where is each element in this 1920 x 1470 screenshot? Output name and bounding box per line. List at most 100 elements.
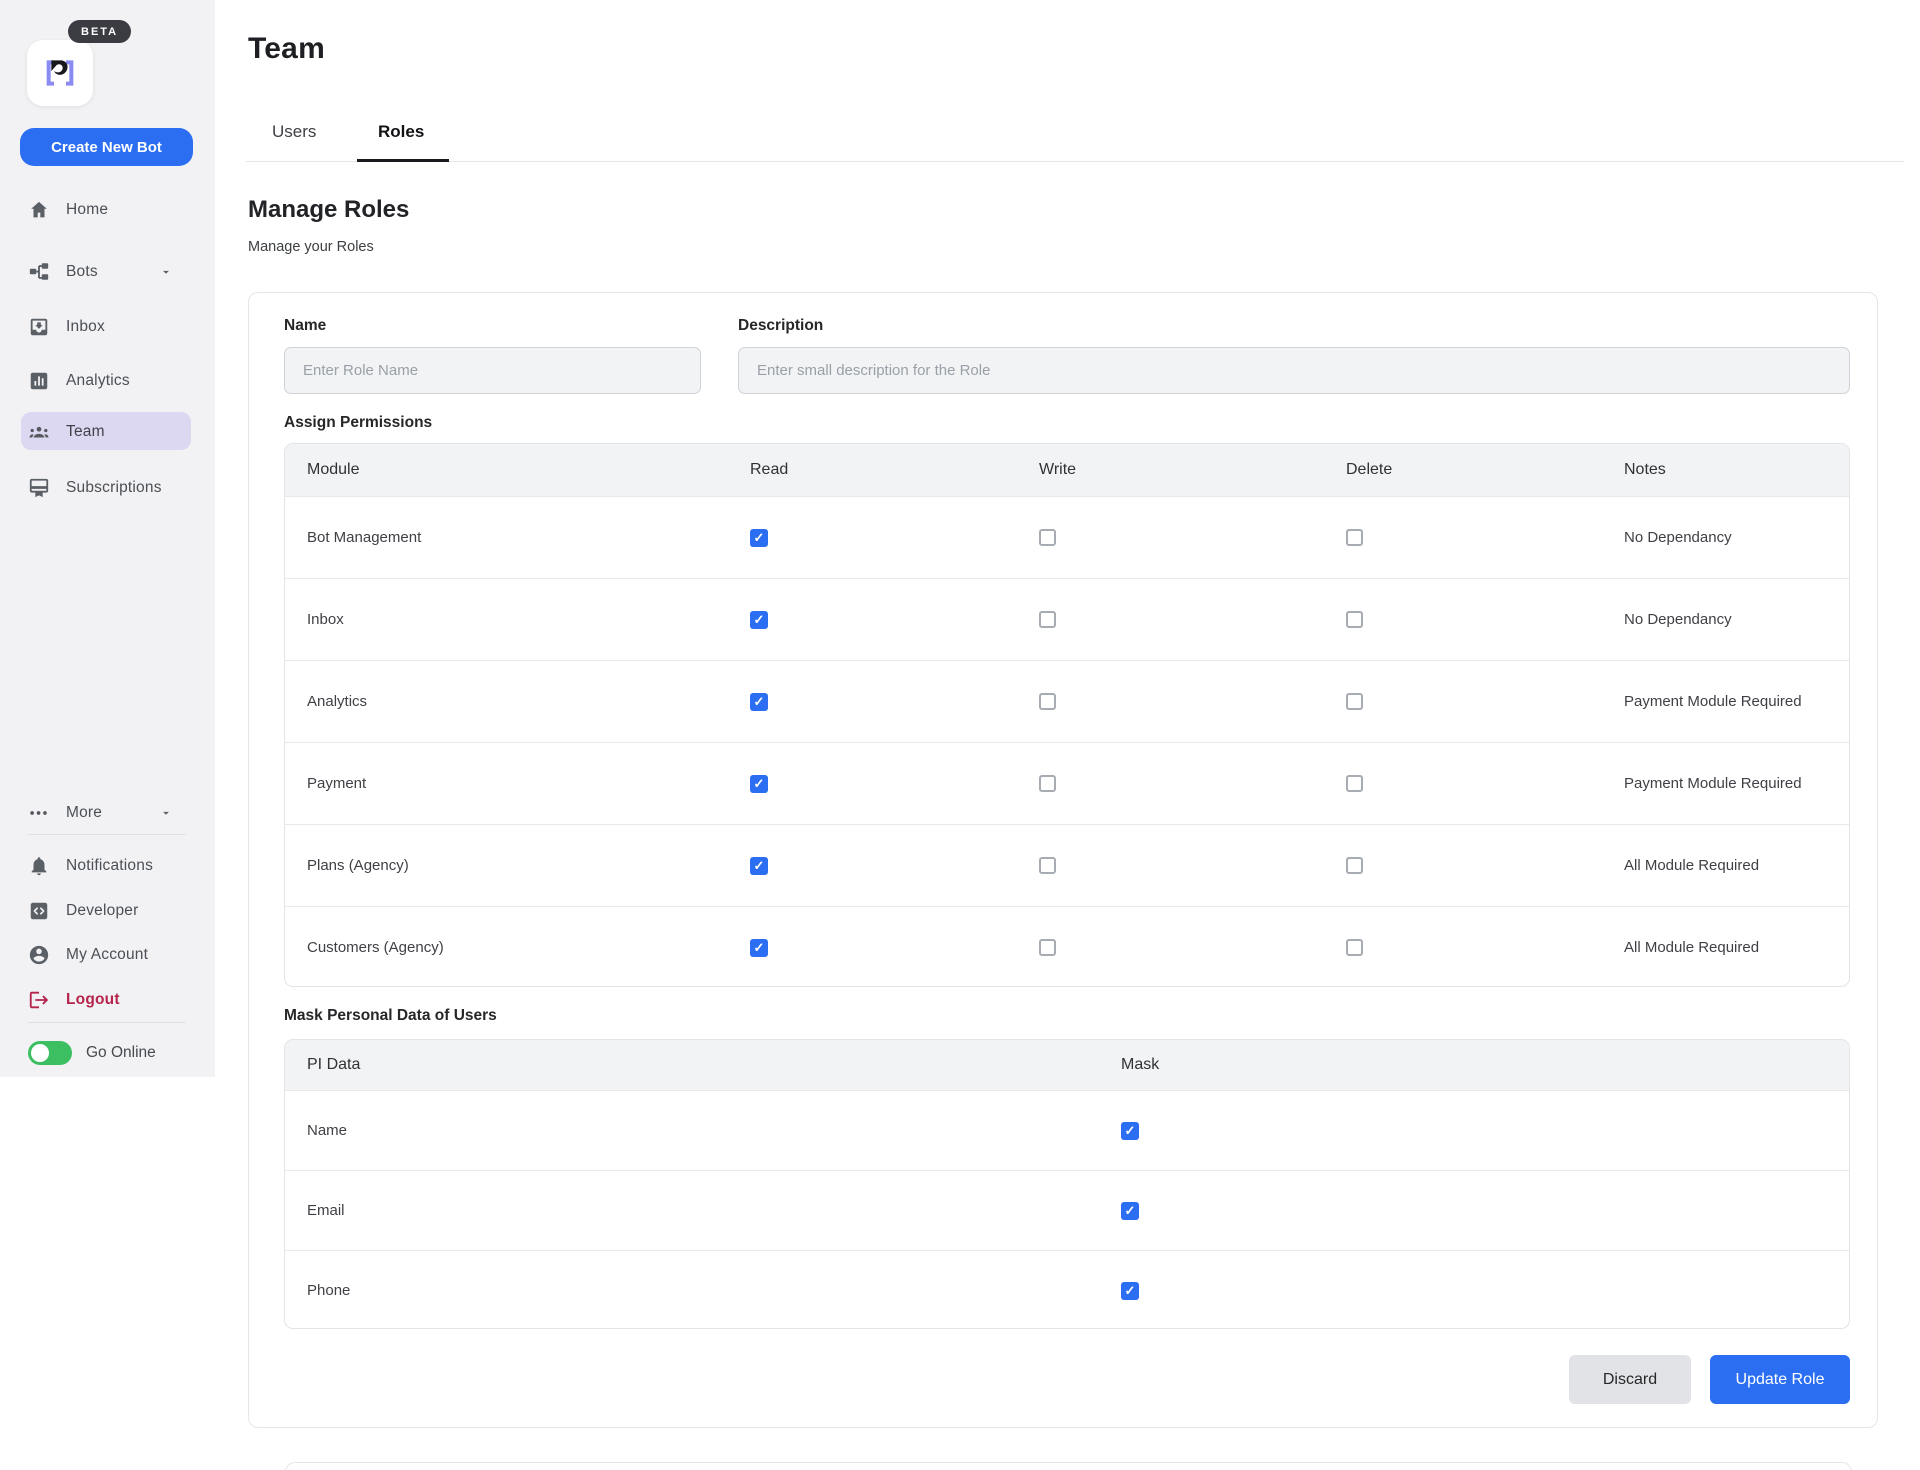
delete-checkbox[interactable] — [1346, 775, 1363, 792]
role-description-input[interactable] — [738, 347, 1850, 394]
column-header: Delete — [1346, 461, 1393, 478]
notes-text: Payment Module Required — [1624, 693, 1802, 710]
sidebar-item-more[interactable]: More — [10, 791, 205, 835]
create-new-bot-button[interactable]: Create New Bot — [20, 128, 193, 166]
column-header: Read — [750, 461, 789, 478]
write-checkbox[interactable] — [1039, 939, 1056, 956]
mask-checkbox[interactable] — [1121, 1281, 1139, 1300]
write-checkbox[interactable] — [1039, 775, 1056, 792]
sidebar-item-label: Subscriptions — [66, 479, 162, 496]
delete-checkbox[interactable] — [1346, 857, 1363, 874]
pi-field-name: Phone — [307, 1282, 351, 1299]
manage-roles-card: Name Description Assign Permissions Modu… — [248, 292, 1878, 1428]
permissions-header-row: Module Read Write Delete Notes — [285, 444, 1849, 496]
notes-text: Payment Module Required — [1624, 775, 1802, 792]
go-online-row: Go Online — [10, 1031, 205, 1075]
chevron-down-icon — [159, 265, 173, 279]
mask-checkbox[interactable] — [1121, 1201, 1139, 1220]
account-icon — [28, 944, 50, 966]
write-checkbox[interactable] — [1039, 611, 1056, 628]
read-checkbox[interactable] — [750, 692, 768, 711]
permissions-table: Module Read Write Delete Notes Bot Manag… — [284, 443, 1850, 987]
sidebar-item-label: Bots — [66, 263, 98, 280]
notes-text: All Module Required — [1624, 939, 1760, 956]
delete-checkbox[interactable] — [1346, 693, 1363, 710]
sidebar-item-notifications[interactable]: Notifications — [10, 844, 205, 888]
read-checkbox[interactable] — [750, 610, 768, 629]
sidebar-item-label: Logout — [66, 991, 120, 1008]
tab-roles[interactable]: Roles — [378, 122, 424, 142]
pi-field-name: Name — [307, 1122, 348, 1139]
sidebar: BETA Create New Bot Home Bots Inbox Anal… — [0, 0, 215, 1077]
description-label: Description — [738, 317, 824, 334]
next-section-card-edge — [285, 1462, 1852, 1470]
toggle-knob — [31, 1044, 49, 1062]
tab-users[interactable]: Users — [272, 122, 316, 142]
sidebar-item-label: Home — [66, 201, 109, 218]
section-title: Manage Roles — [248, 196, 410, 223]
write-checkbox[interactable] — [1039, 857, 1056, 874]
subscriptions-icon — [28, 477, 50, 499]
column-header: Notes — [1624, 461, 1666, 478]
module-name: Payment — [307, 775, 367, 792]
table-row: Payment Payment Module Required — [285, 742, 1849, 824]
name-label: Name — [284, 317, 327, 334]
sidebar-item-analytics[interactable]: Analytics — [10, 359, 205, 403]
read-checkbox[interactable] — [750, 528, 768, 547]
table-row: Bot Management No Dependancy — [285, 496, 1849, 578]
update-role-button[interactable]: Update Role — [1710, 1355, 1850, 1404]
table-row: Phone — [285, 1250, 1849, 1328]
bots-icon — [28, 261, 50, 283]
delete-checkbox[interactable] — [1346, 529, 1363, 546]
table-row: Email — [285, 1170, 1849, 1250]
write-checkbox[interactable] — [1039, 529, 1056, 546]
module-name: Analytics — [307, 693, 368, 710]
mask-header-row: PI Data Mask — [285, 1040, 1849, 1090]
app-window: BETA Create New Bot Home Bots Inbox Anal… — [0, 0, 1920, 1470]
mask-data-label: Mask Personal Data of Users — [284, 1007, 497, 1024]
sidebar-item-label: Analytics — [66, 372, 130, 389]
pi-field-name: Email — [307, 1202, 345, 1219]
delete-checkbox[interactable] — [1346, 939, 1363, 956]
read-checkbox[interactable] — [750, 774, 768, 793]
logout-icon — [28, 989, 50, 1011]
go-online-toggle[interactable] — [28, 1041, 72, 1065]
column-header: Module — [307, 461, 360, 478]
go-online-label: Go Online — [86, 1044, 156, 1061]
beta-badge: BETA — [68, 20, 132, 43]
read-checkbox[interactable] — [750, 856, 768, 875]
read-checkbox[interactable] — [750, 938, 768, 957]
sidebar-item-developer[interactable]: Developer — [10, 889, 205, 933]
notes-text: All Module Required — [1624, 857, 1760, 874]
delete-checkbox[interactable] — [1346, 611, 1363, 628]
mask-checkbox[interactable] — [1121, 1121, 1139, 1140]
notes-text: No Dependancy — [1624, 611, 1732, 628]
bell-icon — [28, 855, 50, 877]
write-checkbox[interactable] — [1039, 693, 1056, 710]
sidebar-divider — [28, 1022, 186, 1023]
table-row: Name — [285, 1090, 1849, 1170]
page-title: Team — [248, 32, 325, 65]
sidebar-item-team[interactable]: Team — [10, 410, 205, 454]
sidebar-item-logout[interactable]: Logout — [10, 978, 205, 1022]
module-name: Bot Management — [307, 529, 422, 546]
module-name: Customers (Agency) — [307, 939, 444, 956]
sidebar-item-my-account[interactable]: My Account — [10, 933, 205, 977]
app-logo-icon — [46, 60, 74, 86]
table-row: Customers (Agency) All Module Required — [285, 906, 1849, 986]
column-header: Mask — [1121, 1056, 1160, 1073]
sidebar-item-home[interactable]: Home — [10, 188, 205, 232]
table-row: Analytics Payment Module Required — [285, 660, 1849, 742]
sidebar-item-label: Developer — [66, 902, 139, 919]
sidebar-item-subscriptions[interactable]: Subscriptions — [10, 466, 205, 510]
discard-button[interactable]: Discard — [1569, 1355, 1691, 1404]
home-icon — [28, 199, 50, 221]
role-name-input[interactable] — [284, 347, 701, 394]
table-row: Inbox No Dependancy — [285, 578, 1849, 660]
inbox-icon — [28, 316, 50, 338]
sidebar-item-inbox[interactable]: Inbox — [10, 305, 205, 349]
app-logo — [27, 40, 93, 106]
module-name: Plans (Agency) — [307, 857, 409, 874]
sidebar-item-bots[interactable]: Bots — [10, 250, 205, 294]
sidebar-divider — [28, 834, 186, 835]
